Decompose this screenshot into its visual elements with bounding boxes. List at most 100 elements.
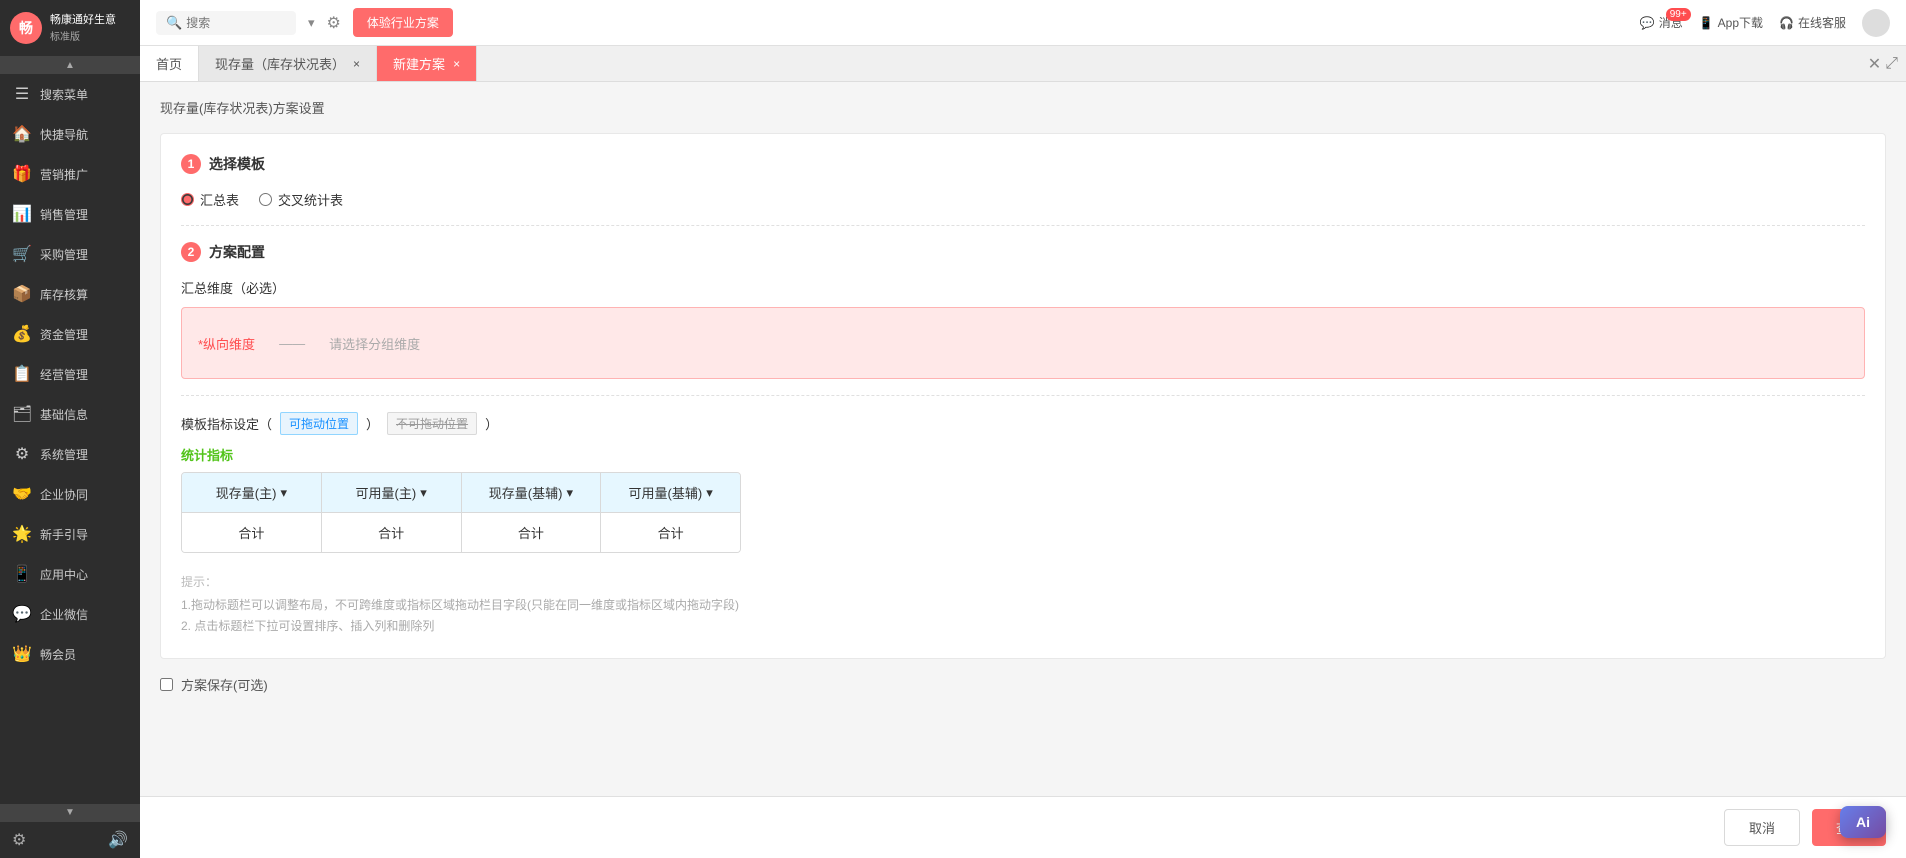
- sidebar-item-operation-label: 经营管理: [40, 366, 88, 383]
- dropdown-icon[interactable]: ▾: [308, 15, 315, 31]
- sidebar-bottom: ⚙ 🔊: [0, 821, 140, 858]
- sidebar-item-member[interactable]: 👑 畅会员: [0, 634, 140, 674]
- draggable-tag: 可拖动位置: [280, 412, 358, 435]
- online-service-label: 在线客服: [1798, 14, 1846, 31]
- sidebar-item-quick-nav[interactable]: 🏠 快捷导航: [0, 114, 140, 154]
- stats-header-col-0[interactable]: 现存量(主) ▾: [182, 473, 322, 512]
- dimension-field-label: *纵向维度: [198, 334, 255, 353]
- settings-card: 1 选择模板 汇总表 交叉统计表 2 方案配置 汇总维度（必选）: [160, 133, 1886, 659]
- topbar-search-box[interactable]: 🔍: [156, 11, 296, 35]
- tips-section: 提示： 1.拖动标题栏可以调整布局，不可跨维度或指标区域拖动栏目字段(只能在同一…: [181, 573, 1865, 634]
- save-option[interactable]: 方案保存(可选): [160, 675, 1886, 694]
- search-input[interactable]: [186, 16, 286, 30]
- stats-header-col-1[interactable]: 可用量(主) ▾: [322, 473, 462, 512]
- industry-plan-button[interactable]: 体验行业方案: [353, 8, 453, 37]
- sidebar-item-finance[interactable]: 💰 资金管理: [0, 314, 140, 354]
- settings-icon[interactable]: ⚙: [12, 830, 26, 850]
- sidebar-item-basic-info[interactable]: 🗂 基础信息: [0, 394, 140, 434]
- stats-header-col-1-dropdown[interactable]: ▾: [420, 485, 427, 501]
- radio-cross[interactable]: 交叉统计表: [259, 190, 343, 209]
- logo-text: 畅康通好生意: [50, 13, 116, 27]
- message-badge: 99+: [1666, 8, 1691, 21]
- sidebar-item-marketing[interactable]: 🎁 营销推广: [0, 154, 140, 194]
- sidebar-logo: 畅 畅康通好生意 标准版: [0, 0, 140, 57]
- save-option-label: 方案保存(可选): [181, 675, 268, 694]
- dimension-dash: ——: [279, 336, 305, 351]
- radio-summary-label: 汇总表: [200, 190, 239, 209]
- sidebar-item-system[interactable]: ⚙ 系统管理: [0, 434, 140, 474]
- radio-summary[interactable]: 汇总表: [181, 190, 239, 209]
- stats-header-col-2[interactable]: 现存量(基辅) ▾: [462, 473, 602, 512]
- sidebar-scroll-down[interactable]: ▼: [0, 804, 140, 821]
- sidebar-nav: ☰ 搜索菜单 🏠 快捷导航 🎁 营销推广 📊 销售管理 🛒 采购管理 📦 库存核…: [0, 74, 140, 804]
- inventory-status-tab-close[interactable]: ×: [353, 57, 360, 71]
- search-menu-icon: ☰: [12, 84, 32, 104]
- topbar: 🔍 ▾ ⚙ 体验行业方案 💬 消息 99+ 📱 App下载 🎧 在线客服: [140, 0, 1906, 46]
- tab-expand-button[interactable]: ⤢: [1885, 55, 1898, 73]
- tab-action-buttons: ✕ ⤢: [1868, 54, 1906, 74]
- sidebar-item-purchase[interactable]: 🛒 采购管理: [0, 234, 140, 274]
- online-service-button[interactable]: 🎧 在线客服: [1779, 14, 1846, 31]
- app-download-button[interactable]: 📱 App下载: [1699, 14, 1763, 31]
- app-download-label: App下载: [1718, 14, 1763, 31]
- sidebar-item-system-label: 系统管理: [40, 446, 88, 463]
- sidebar-item-wechat-label: 企业微信: [40, 606, 88, 623]
- sidebar-item-cooperation-label: 企业协同: [40, 486, 88, 503]
- sidebar-item-operation[interactable]: 📋 经营管理: [0, 354, 140, 394]
- stats-header-col-3-dropdown[interactable]: ▾: [706, 485, 713, 501]
- new-scheme-tab-close[interactable]: ×: [453, 57, 460, 71]
- cancel-button[interactable]: 取消: [1724, 809, 1800, 846]
- non-draggable-tag: 不可拖动位置: [387, 412, 477, 435]
- sidebar-item-search-menu[interactable]: ☰ 搜索菜单: [0, 74, 140, 114]
- gear-icon[interactable]: ⚙: [327, 13, 341, 33]
- page-content: 现存量(库存状况表)方案设置 1 选择模板 汇总表 交叉统计表 2: [140, 82, 1906, 796]
- help-icon[interactable]: 🔊: [108, 830, 128, 850]
- app-center-icon: 📱: [12, 564, 32, 584]
- save-checkbox[interactable]: [160, 678, 173, 691]
- stats-table-body-row-0: 合计 合计 合计 合计: [182, 512, 740, 552]
- sidebar-item-basic-info-label: 基础信息: [40, 406, 88, 423]
- divider-2: [181, 395, 1865, 396]
- member-icon: 👑: [12, 644, 32, 664]
- radio-cross-input[interactable]: [259, 193, 272, 206]
- stats-header-col-2-dropdown[interactable]: ▾: [566, 485, 573, 501]
- logo-sub: 标准版: [50, 28, 116, 43]
- inventory-status-tab-label: 现存量（库存状况表）: [215, 54, 345, 73]
- sidebar-scroll-up[interactable]: ▲: [0, 57, 140, 74]
- sidebar-item-member-label: 畅会员: [40, 646, 76, 663]
- new-guide-icon: 🌟: [12, 524, 32, 544]
- sidebar-item-purchase-label: 采购管理: [40, 246, 88, 263]
- sidebar-item-new-guide[interactable]: 🌟 新手引导: [0, 514, 140, 554]
- purchase-icon: 🛒: [12, 244, 32, 264]
- indicator-settings-label: 模板指标设定（ 可拖动位置 ） 不可拖动位置 ）: [181, 412, 1865, 435]
- radio-cross-label: 交叉统计表: [278, 190, 343, 209]
- stats-header-col-0-dropdown[interactable]: ▾: [280, 485, 287, 501]
- sidebar: 畅 畅康通好生意 标准版 ▲ ☰ 搜索菜单 🏠 快捷导航 🎁 营销推广 📊 销售…: [0, 0, 140, 858]
- dimension-label: 汇总维度（必选）: [181, 278, 1865, 297]
- divider-1: [181, 225, 1865, 226]
- tip-item-1-link[interactable]: 删除列: [398, 619, 434, 633]
- tabs-bar: 首页 现存量（库存状况表） × 新建方案 × ✕ ⤢: [140, 46, 1906, 82]
- sidebar-item-cooperation[interactable]: 🤝 企业协同: [0, 474, 140, 514]
- ai-button[interactable]: Ai: [1840, 806, 1886, 838]
- stats-header-col-3[interactable]: 可用量(基辅) ▾: [601, 473, 740, 512]
- stats-header-col-0-label: 现存量(主): [216, 483, 277, 502]
- tab-close-button[interactable]: ✕: [1868, 54, 1881, 74]
- user-avatar[interactable]: [1862, 9, 1890, 37]
- sidebar-item-inventory[interactable]: 📦 库存核算: [0, 274, 140, 314]
- radio-summary-input[interactable]: [181, 193, 194, 206]
- sidebar-item-app-center[interactable]: 📱 应用中心: [0, 554, 140, 594]
- stats-body-cell-0-1: 合计: [322, 513, 462, 552]
- tip-item-0: 1.拖动标题栏可以调整布局，不可跨维度或指标区域拖动栏目字段(只能在同一维度或指…: [181, 596, 1865, 613]
- message-button[interactable]: 💬 消息 99+: [1640, 14, 1683, 31]
- page-title: 现存量(库存状况表)方案设置: [160, 98, 1886, 117]
- tab-new-scheme[interactable]: 新建方案 ×: [377, 46, 477, 81]
- home-tab-label: 首页: [156, 57, 182, 72]
- indicator-settings-close2: ）: [485, 414, 498, 433]
- sidebar-item-wechat[interactable]: 💬 企业微信: [0, 594, 140, 634]
- tab-inventory-status[interactable]: 现存量（库存状况表） ×: [199, 46, 377, 81]
- tab-home[interactable]: 首页: [140, 46, 199, 81]
- sidebar-item-inventory-label: 库存核算: [40, 286, 88, 303]
- sidebar-item-sales[interactable]: 📊 销售管理: [0, 194, 140, 234]
- sidebar-item-new-guide-label: 新手引导: [40, 526, 88, 543]
